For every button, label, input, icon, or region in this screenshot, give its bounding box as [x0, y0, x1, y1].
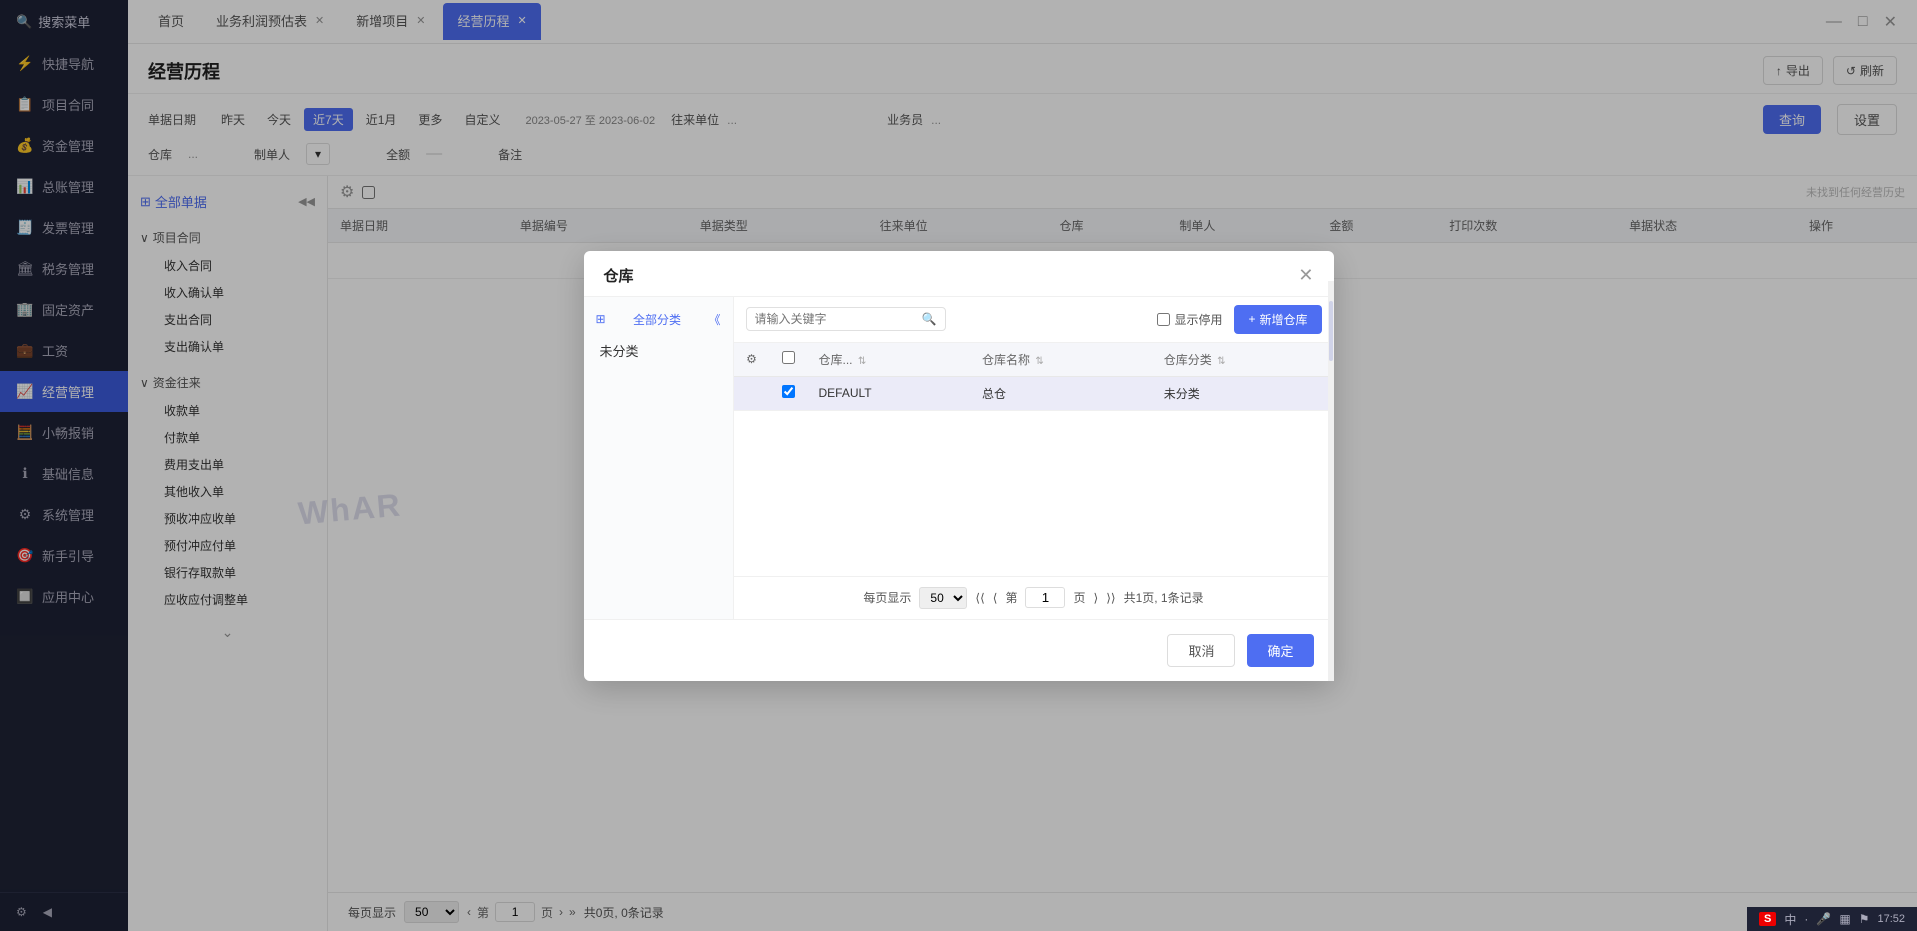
- cancel-button[interactable]: 取消: [1167, 634, 1235, 667]
- modal-overlay: 仓库 ✕ ⊞ 全部分类 《 未分类: [0, 0, 1917, 931]
- modal-sidebar: ⊞ 全部分类 《 未分类: [584, 297, 734, 619]
- modal-table: ⚙ 仓库... ⇅ 仓库名称 ⇅: [734, 343, 1334, 411]
- tray-icon-4: ▦: [1839, 912, 1850, 926]
- table-row[interactable]: DEFAULT 总仓 未分类: [734, 376, 1334, 410]
- modal-body: ⊞ 全部分类 《 未分类 🔍: [584, 297, 1334, 619]
- modal-table-head: ⚙ 仓库... ⇅ 仓库名称 ⇅: [734, 343, 1334, 377]
- add-icon: +: [1248, 312, 1255, 326]
- sort-name-icon: ⇅: [1035, 356, 1043, 367]
- modal-th-name[interactable]: 仓库名称 ⇅: [970, 343, 1152, 377]
- tray-icon-2: ·: [1804, 912, 1808, 926]
- modal-table-body: DEFAULT 总仓 未分类: [734, 376, 1334, 410]
- modal-search-input[interactable]: [755, 312, 916, 326]
- sys-tray: S 中 · 🎤 ▦ ⚑ 17:52: [1747, 907, 1917, 931]
- modal-per-page-select[interactable]: 50: [919, 587, 967, 609]
- row-category: 未分类: [1152, 376, 1334, 410]
- modal-sidebar-header[interactable]: ⊞ 全部分类 《: [584, 305, 733, 334]
- modal-main: 🔍 显示停用 + 新增仓库: [734, 297, 1334, 619]
- modal-search-icon: 🔍: [922, 312, 937, 326]
- modal-header: 仓库 ✕: [584, 251, 1334, 297]
- modal-page-input[interactable]: [1025, 587, 1065, 608]
- sort-code-icon: ⇅: [858, 356, 866, 367]
- row-name: 总仓: [970, 376, 1152, 410]
- add-warehouse-label: 新增仓库: [1259, 311, 1307, 328]
- uncategorized-label: 未分类: [600, 344, 639, 359]
- row-select-checkbox[interactable]: [782, 385, 795, 398]
- tray-icon-5: ⚑: [1859, 912, 1870, 926]
- warehouse-modal: 仓库 ✕ ⊞ 全部分类 《 未分类: [584, 251, 1334, 681]
- all-category-icon: ⊞: [596, 312, 606, 326]
- confirm-button[interactable]: 确定: [1247, 634, 1313, 667]
- modal-page-suffix: 页: [1073, 589, 1085, 606]
- scrollbar-thumb: [1329, 301, 1333, 361]
- all-category-label: 全部分类: [633, 311, 681, 328]
- modal-total: 共1页, 1条记录: [1124, 589, 1204, 606]
- modal-title: 仓库: [604, 265, 634, 286]
- row-checkbox[interactable]: [770, 376, 807, 410]
- tray-time: 17:52: [1877, 913, 1905, 925]
- modal-sidebar-collapse-icon[interactable]: 《: [708, 311, 720, 328]
- modal-sidebar-scrollbar[interactable]: [1328, 281, 1334, 681]
- add-warehouse-button[interactable]: + 新增仓库: [1234, 305, 1321, 334]
- modal-per-page-label: 每页显示: [863, 589, 911, 606]
- row-settings: [734, 376, 770, 410]
- tray-icon-3: 🎤: [1816, 912, 1831, 926]
- modal-th-settings[interactable]: ⚙: [734, 343, 770, 377]
- modal-th-category[interactable]: 仓库分类 ⇅: [1152, 343, 1334, 377]
- modal-toolbar-right: 显示停用 + 新增仓库: [1157, 305, 1321, 334]
- modal-close-icon[interactable]: ✕: [1298, 266, 1313, 284]
- modal-toolbar: 🔍 显示停用 + 新增仓库: [734, 297, 1334, 343]
- prev-page-btn[interactable]: ⟨: [993, 591, 998, 605]
- next-page-btn[interactable]: ⟩: [1094, 591, 1099, 605]
- modal-table-container: ⚙ 仓库... ⇅ 仓库名称 ⇅: [734, 343, 1334, 576]
- tray-logo: S: [1759, 912, 1776, 926]
- modal-th-code[interactable]: 仓库... ⇅: [807, 343, 970, 377]
- first-page-btn[interactable]: ⟨⟨: [975, 591, 984, 605]
- show-disabled-label[interactable]: 显示停用: [1157, 311, 1222, 328]
- modal-sidebar-uncategorized[interactable]: 未分类: [584, 334, 733, 367]
- row-code: DEFAULT: [807, 376, 970, 410]
- modal-pagination: 每页显示 50 ⟨⟨ ⟨ 第 页 ⟩ ⟩⟩ 共1页, 1条记录: [734, 576, 1334, 619]
- show-disabled-checkbox[interactable]: [1157, 313, 1170, 326]
- modal-search-box[interactable]: 🔍: [746, 307, 946, 331]
- modal-actions: 取消 确定: [584, 619, 1334, 681]
- modal-th-checkbox: [770, 343, 807, 377]
- select-all-checkbox[interactable]: [782, 351, 795, 364]
- tray-icon-1: 中: [1784, 911, 1796, 928]
- show-disabled-text: 显示停用: [1174, 311, 1222, 328]
- sort-category-icon: ⇅: [1217, 356, 1225, 367]
- last-page-btn[interactable]: ⟩⟩: [1106, 591, 1115, 605]
- modal-page-label: 第: [1005, 589, 1017, 606]
